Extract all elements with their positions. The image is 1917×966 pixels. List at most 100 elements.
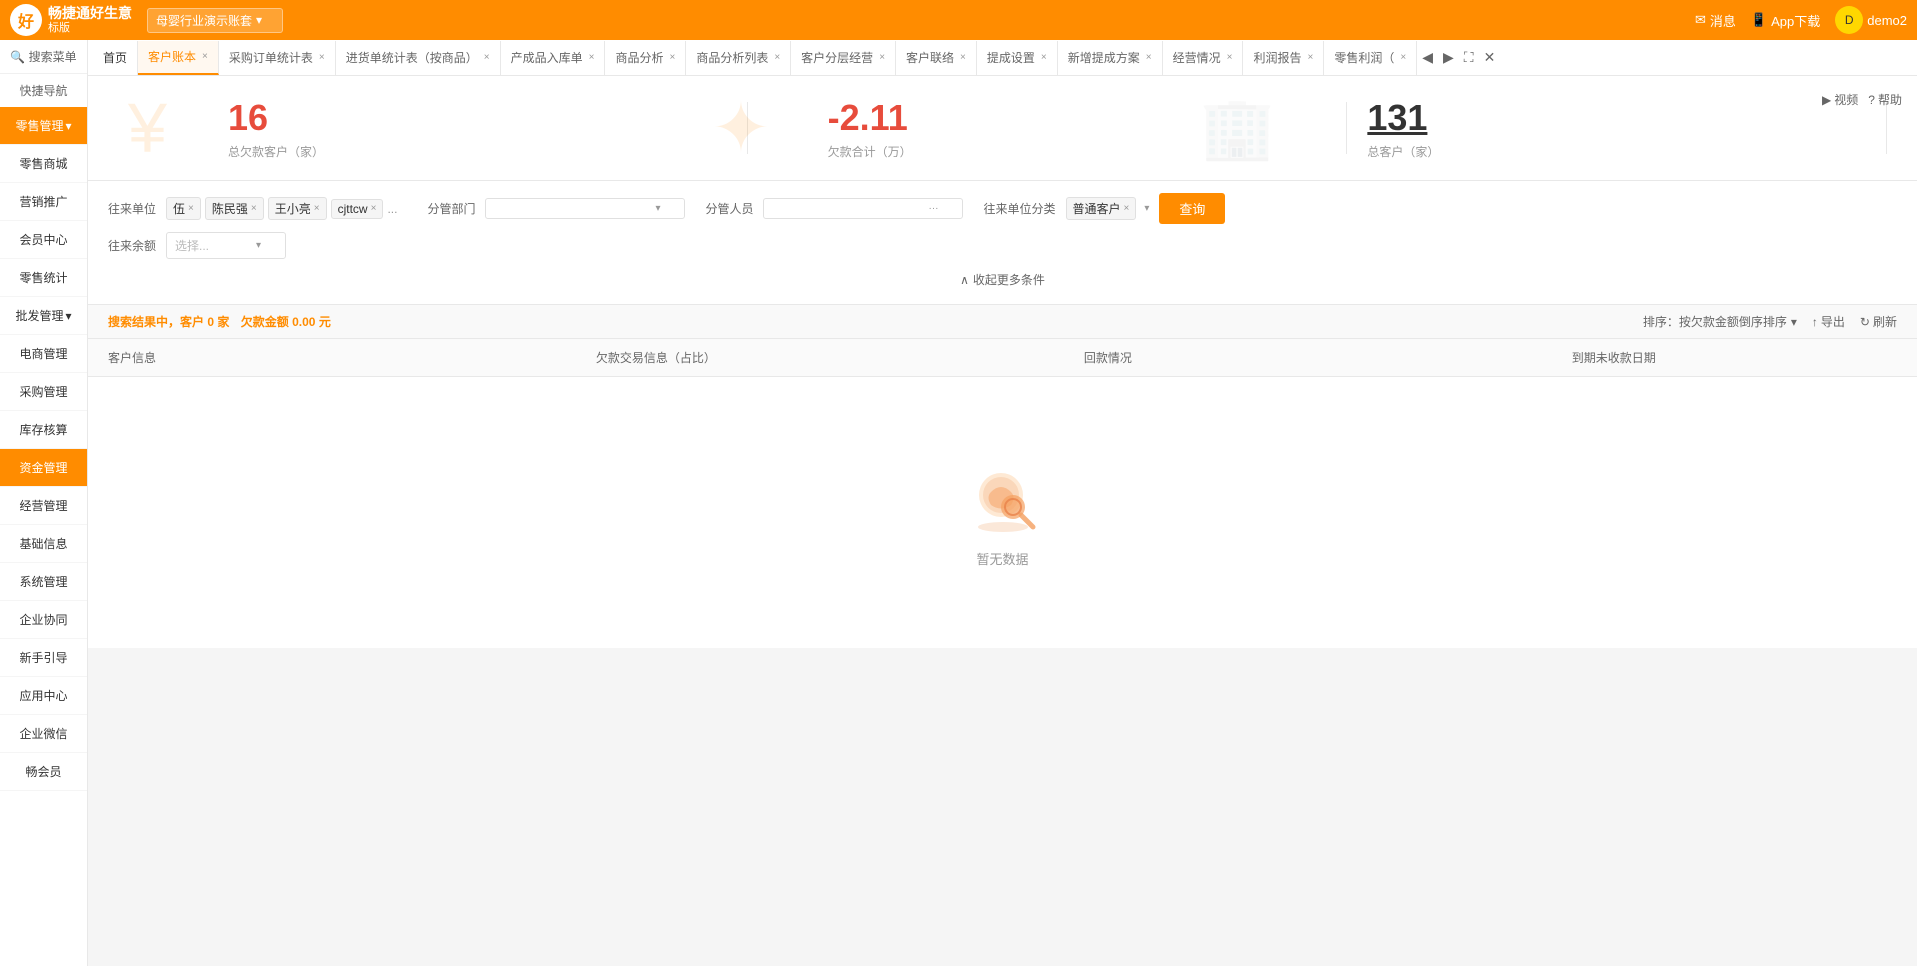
filter-unit-class-tags: 普通客户 × ▾ bbox=[1066, 197, 1150, 220]
tab-business-status[interactable]: 经营情况 × bbox=[1163, 41, 1244, 75]
tab-nav-next[interactable]: ▶ bbox=[1438, 49, 1459, 66]
filter-tag-item: 陈民强 × bbox=[205, 197, 264, 220]
tab-close-icon[interactable]: × bbox=[1400, 52, 1406, 63]
tab-close-icon[interactable]: × bbox=[774, 52, 780, 63]
user-menu[interactable]: D demo2 bbox=[1835, 6, 1907, 34]
filter-tag-text: cjttcw bbox=[338, 202, 368, 216]
sidebar-item-marketing[interactable]: 营销推广 bbox=[0, 183, 87, 221]
sidebar-item-fund-mgmt[interactable]: 资金管理 bbox=[0, 449, 87, 487]
sidebar-item-new-guide[interactable]: 新手引导 bbox=[0, 639, 87, 677]
tab-customer-segment[interactable]: 客户分层经营 × bbox=[791, 41, 896, 75]
filter-tag-close[interactable]: × bbox=[371, 203, 377, 214]
quick-nav[interactable]: 快捷导航 bbox=[0, 74, 87, 107]
tab-purchase-order-stats[interactable]: 采购订单统计表 × bbox=[219, 41, 336, 75]
tab-product-analysis-list[interactable]: 商品分析列表 × bbox=[686, 41, 791, 75]
result-sort[interactable]: 排序：按欠款金额倒序排序 ▾ bbox=[1643, 313, 1797, 330]
sidebar-item-member-center[interactable]: 会员中心 bbox=[0, 221, 87, 259]
filter-tag-close[interactable]: × bbox=[251, 203, 257, 214]
tab-customer-capital[interactable]: 客户账本 × bbox=[138, 41, 219, 75]
sort-label: 排序：按欠款金额倒序排序 bbox=[1643, 313, 1787, 330]
filter-unit-label: 往来单位 bbox=[108, 200, 156, 217]
sidebar-item-label: 经营管理 bbox=[19, 499, 67, 513]
chevron-down-icon[interactable]: ▾ bbox=[1144, 203, 1149, 214]
help-button[interactable]: ? 帮助 bbox=[1868, 91, 1902, 108]
tab-purchase-stats-by-product[interactable]: 进货单统计表（按商品） × bbox=[336, 41, 501, 75]
sidebar-item-app-center[interactable]: 应用中心 bbox=[0, 677, 87, 715]
tab-customer-connect[interactable]: 客户联络 × bbox=[896, 41, 977, 75]
sidebar-item-retail-mgmt[interactable]: 零售管理 ▾ bbox=[0, 107, 87, 145]
empty-text: 暂无数据 bbox=[976, 549, 1028, 568]
sidebar-item-retail-stats[interactable]: 零售统计 bbox=[0, 259, 87, 297]
export-button[interactable]: ↑ 导出 bbox=[1812, 313, 1845, 330]
refresh-icon: ↻ bbox=[1860, 315, 1870, 329]
export-label: 导出 bbox=[1821, 313, 1845, 330]
sidebar-search[interactable]: 🔍 搜索菜单 bbox=[0, 40, 87, 74]
tab-label: 提成设置 bbox=[987, 49, 1035, 66]
sidebar-item-label: 批发管理 bbox=[15, 307, 63, 324]
stat-block-customers: 16 总欠款客户（家） bbox=[118, 96, 748, 160]
account-selector[interactable]: 母婴行业演示账套 ▾ bbox=[147, 8, 283, 33]
tab-profit-report[interactable]: 利润报告 × bbox=[1243, 41, 1324, 75]
collapse-button[interactable]: ∧ 收起更多条件 bbox=[950, 267, 1055, 292]
filter-tag-close[interactable]: × bbox=[314, 203, 320, 214]
query-button[interactable]: 查询 bbox=[1159, 193, 1225, 224]
sidebar-item-enterprise-wechat[interactable]: 企业微信 bbox=[0, 715, 87, 753]
sidebar-item-enterprise-collab[interactable]: 企业协同 bbox=[0, 601, 87, 639]
tab-maximize[interactable]: ⛶ bbox=[1459, 49, 1479, 66]
sidebar-item-label: 企业协同 bbox=[19, 613, 67, 627]
tab-close-icon[interactable]: × bbox=[1227, 52, 1233, 63]
result-debt-unit: 元 bbox=[319, 315, 331, 329]
tab-close-icon[interactable]: × bbox=[1307, 52, 1313, 63]
tab-close-icon[interactable]: × bbox=[879, 52, 885, 63]
message-button[interactable]: ✉ 消息 bbox=[1695, 11, 1736, 30]
tab-bar: 首页 客户账本 × 采购订单统计表 × 进货单统计表（按商品） × 产成品入库单… bbox=[88, 40, 1917, 76]
sidebar-item-member-vip[interactable]: 畅会员 bbox=[0, 753, 87, 791]
phone-icon: 📱 bbox=[1751, 12, 1767, 28]
sidebar-item-label: 新手引导 bbox=[19, 651, 67, 665]
sidebar-item-label: 资金管理 bbox=[19, 461, 67, 475]
empty-icon bbox=[963, 457, 1043, 537]
filter-person-select[interactable]: ··· bbox=[763, 198, 963, 219]
app-download-button[interactable]: 📱 App下载 bbox=[1751, 11, 1820, 30]
filter-tag-close[interactable]: × bbox=[1124, 203, 1130, 214]
sidebar-item-inventory[interactable]: 库存核算 bbox=[0, 411, 87, 449]
filter-balance-select[interactable]: 选择... ▾ bbox=[166, 232, 286, 259]
filter-more-button[interactable]: ... bbox=[387, 202, 397, 216]
content-area: 首页 客户账本 × 采购订单统计表 × 进货单统计表（按商品） × 产成品入库单… bbox=[88, 40, 1917, 966]
sidebar-item-batch-mgmt[interactable]: 批发管理 ▾ bbox=[0, 297, 87, 335]
tab-production-purchase[interactable]: 产成品入库单 × bbox=[501, 41, 606, 75]
tab-home[interactable]: 首页 bbox=[93, 41, 138, 75]
tab-close-icon[interactable]: × bbox=[1146, 52, 1152, 63]
sidebar-item-operations[interactable]: 经营管理 bbox=[0, 487, 87, 525]
tab-restore[interactable]: ✕ bbox=[1479, 49, 1501, 66]
tab-close-icon[interactable]: × bbox=[319, 52, 325, 63]
tab-product-analysis[interactable]: 商品分析 × bbox=[605, 41, 686, 75]
stat-label-customers: 总欠款客户（家） bbox=[228, 143, 324, 160]
video-button[interactable]: ▶ 视频 bbox=[1822, 91, 1858, 108]
logo-icon: 好 bbox=[10, 4, 42, 36]
sidebar-item-purchase[interactable]: 采购管理 bbox=[0, 373, 87, 411]
refresh-button[interactable]: ↻ 刷新 bbox=[1860, 313, 1897, 330]
filter-dept-select[interactable]: ▾ bbox=[485, 198, 685, 219]
tab-close-icon[interactable]: × bbox=[484, 52, 490, 63]
stat-number-customers: 16 bbox=[228, 96, 268, 139]
tab-close-icon[interactable]: × bbox=[960, 52, 966, 63]
filter-tag-close[interactable]: × bbox=[188, 203, 194, 214]
chevron-down-icon: ▾ bbox=[1791, 315, 1797, 329]
filter-tag-item: 伍 × bbox=[166, 197, 201, 220]
tab-close-icon[interactable]: × bbox=[1041, 52, 1047, 63]
tab-new-promotion[interactable]: 新增提成方案 × bbox=[1058, 41, 1163, 75]
tab-nav-prev[interactable]: ◀ bbox=[1417, 49, 1438, 66]
tab-close-icon[interactable]: × bbox=[202, 51, 208, 62]
sidebar-item-basic-info[interactable]: 基础信息 bbox=[0, 525, 87, 563]
tab-close-icon[interactable]: × bbox=[669, 52, 675, 63]
result-customer-unit: 家 bbox=[217, 315, 229, 329]
tab-promotion-settings[interactable]: 提成设置 × bbox=[977, 41, 1058, 75]
tab-close-icon[interactable]: × bbox=[589, 52, 595, 63]
sidebar-item-ecommerce[interactable]: 电商管理 bbox=[0, 335, 87, 373]
tab-label: 利润报告 bbox=[1253, 49, 1301, 66]
filter-collapse-row: ∧ 收起更多条件 bbox=[108, 267, 1897, 292]
tab-retail-profit[interactable]: 零售利润（ × bbox=[1324, 41, 1417, 75]
sidebar-item-retail-shop[interactable]: 零售商城 bbox=[0, 145, 87, 183]
sidebar-item-system-mgmt[interactable]: 系统管理 bbox=[0, 563, 87, 601]
